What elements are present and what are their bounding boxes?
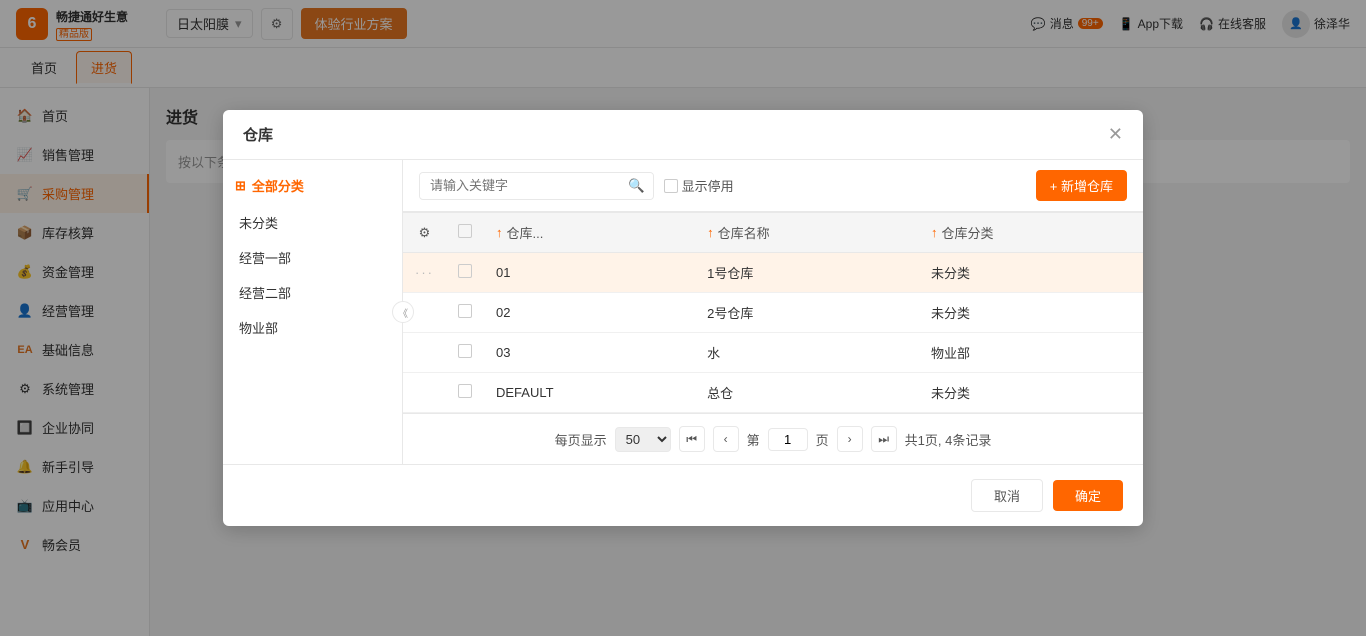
warehouse-table: ⚙ ↑ 仓库... ↑	[403, 212, 1143, 413]
row-checkbox-3[interactable]	[458, 344, 472, 358]
row-category-1: 未分类	[919, 253, 1143, 293]
modal-body: ⊞ 全部分类 未分类 经营一部 经营二部 物业部 《 🔍	[223, 160, 1143, 464]
next-page-button[interactable]: ›	[837, 426, 863, 452]
th-name: ↑ 仓库名称	[695, 213, 919, 253]
row-index-4: DEFAULT	[484, 373, 695, 413]
category-item-ops2[interactable]: 经营二部	[223, 275, 402, 310]
total-records: 共1页, 4条记录	[905, 430, 992, 449]
row-more-button[interactable]: ···	[415, 265, 434, 280]
category-item-unclassified[interactable]: 未分类	[223, 205, 402, 240]
last-page-button[interactable]: ⏭	[871, 426, 897, 452]
th-checkbox	[446, 213, 484, 253]
row-name-1: 1号仓库	[695, 253, 919, 293]
table-row[interactable]: DEFAULT 总仓 未分类	[403, 373, 1143, 413]
row-index-3: 03	[484, 333, 695, 373]
new-warehouse-button[interactable]: + 新增仓库	[1036, 170, 1127, 201]
th-code: ↑ 仓库...	[484, 213, 695, 253]
first-page-button[interactable]: ⏮	[679, 426, 705, 452]
row-name-2: 2号仓库	[695, 293, 919, 333]
row-index-2: 02	[484, 293, 695, 333]
row-category-3: 物业部	[919, 333, 1143, 373]
th-category: ↑ 仓库分类	[919, 213, 1143, 253]
row-index-1: 01	[484, 253, 695, 293]
show-disabled-toggle[interactable]: 显示停用	[664, 176, 734, 195]
table-toolbar: 🔍 显示停用 + 新增仓库	[403, 160, 1143, 212]
row-checkbox-2[interactable]	[458, 304, 472, 318]
search-box: 🔍	[419, 172, 654, 200]
search-input[interactable]	[420, 173, 620, 198]
sort-icon: ↑	[496, 225, 503, 240]
modal-close-button[interactable]: ✕	[1108, 124, 1123, 145]
row-name-3: 水	[695, 333, 919, 373]
confirm-button[interactable]: 确定	[1053, 480, 1123, 511]
row-checkbox-4[interactable]	[458, 384, 472, 398]
collapse-panel-button[interactable]: 《	[392, 301, 414, 323]
page-number-input[interactable]	[768, 428, 808, 451]
row-checkbox-cell	[446, 253, 484, 293]
select-all-checkbox[interactable]	[458, 224, 472, 238]
modal-header: 仓库 ✕	[223, 110, 1143, 160]
row-checkbox-1[interactable]	[458, 264, 472, 278]
row-action-cell: ···	[403, 253, 446, 293]
modal-footer: 取消 确定	[223, 464, 1143, 526]
table-row[interactable]: 02 2号仓库 未分类	[403, 293, 1143, 333]
per-page-label: 每页显示	[555, 430, 607, 449]
modal-overlay: 仓库 ✕ ⊞ 全部分类 未分类 经营一部 经营二部 物业部 《	[0, 0, 1366, 636]
all-categories-button[interactable]: ⊞ 全部分类	[223, 170, 402, 205]
row-category-4: 未分类	[919, 373, 1143, 413]
warehouse-modal: 仓库 ✕ ⊞ 全部分类 未分类 经营一部 经营二部 物业部 《	[223, 110, 1143, 526]
pagination: 每页显示 50 100 200 ⏮ ‹ 第 页 › ⏭ 共1页, 4条记录	[403, 413, 1143, 464]
th-settings: ⚙	[403, 213, 446, 253]
per-page-select[interactable]: 50 100 200	[615, 427, 671, 452]
category-panel: ⊞ 全部分类 未分类 经营一部 经营二部 物业部 《	[223, 160, 403, 464]
table-row[interactable]: 03 水 物业部	[403, 333, 1143, 373]
sort-icon-2: ↑	[707, 225, 714, 240]
show-disabled-checkbox[interactable]	[664, 179, 678, 193]
grid-icon: ⊞	[235, 178, 246, 194]
row-category-2: 未分类	[919, 293, 1143, 333]
modal-title: 仓库	[243, 124, 273, 145]
row-name-4: 总仓	[695, 373, 919, 413]
category-item-property[interactable]: 物业部	[223, 310, 402, 345]
sort-icon-3: ↑	[931, 225, 938, 240]
table-row[interactable]: ··· 01 1号仓库 未分类	[403, 253, 1143, 293]
page-label: 第	[747, 430, 760, 449]
search-button[interactable]: 🔍	[620, 173, 653, 199]
cancel-button[interactable]: 取消	[971, 479, 1043, 512]
page-suffix: 页	[816, 430, 829, 449]
category-item-ops1[interactable]: 经营一部	[223, 240, 402, 275]
prev-page-button[interactable]: ‹	[713, 426, 739, 452]
all-categories-label: 全部分类	[252, 176, 304, 195]
warehouse-table-area: ⚙ ↑ 仓库... ↑	[403, 212, 1143, 413]
right-panel: 🔍 显示停用 + 新增仓库 ⚙	[403, 160, 1143, 464]
